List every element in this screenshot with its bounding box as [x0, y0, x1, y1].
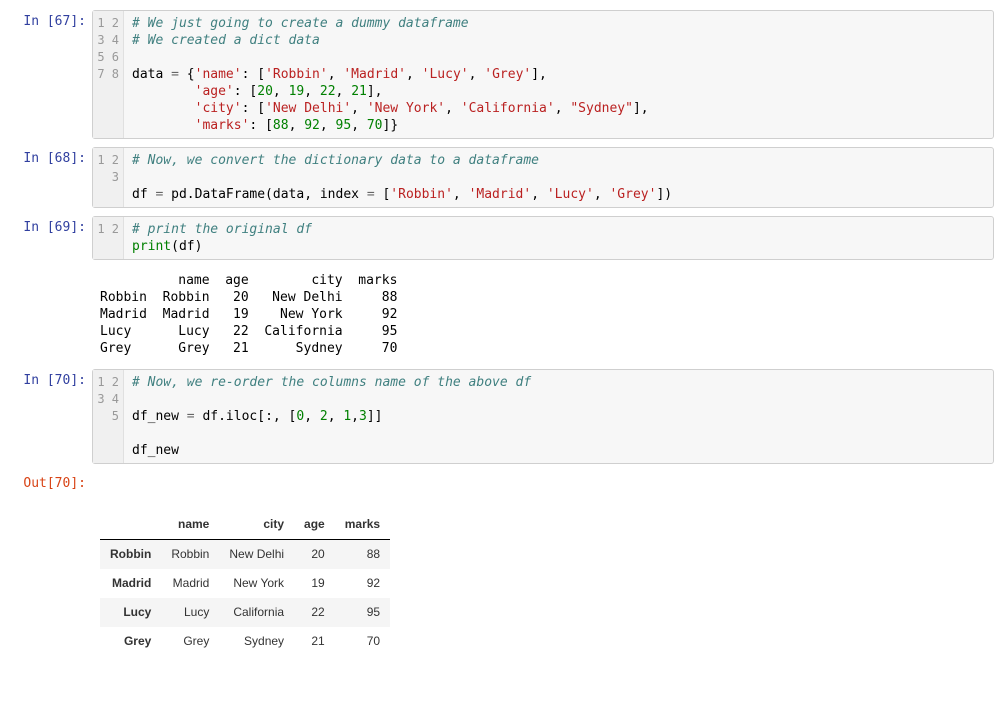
df-cell: Robbin — [161, 540, 219, 570]
code-body[interactable]: # print the original df print(df) — [124, 217, 993, 259]
table-row: Madrid Madrid New York 19 92 — [100, 569, 390, 598]
empty-prompt — [10, 268, 92, 272]
line-gutter: 1 2 3 4 5 — [93, 370, 124, 463]
table-row: Lucy Lucy California 22 95 — [100, 598, 390, 627]
df-col: city — [219, 510, 294, 540]
in-prompt-69: In [69]: — [10, 216, 92, 235]
df-col: marks — [335, 510, 390, 540]
df-cell: Sydney — [219, 627, 294, 656]
df-cell: 70 — [335, 627, 390, 656]
line-gutter: 1 2 3 4 5 6 7 8 — [93, 11, 124, 138]
code-body[interactable]: # Now, we convert the dictionary data to… — [124, 148, 993, 207]
df-index: Lucy — [100, 598, 161, 627]
cell-68: In [68]: 1 2 3 # Now, we convert the dic… — [10, 147, 994, 208]
out-prompt-70: Out[70]: — [10, 472, 92, 491]
cell-67: In [67]: 1 2 3 4 5 6 7 8 # We just going… — [10, 10, 994, 139]
stdout-69: name age city marks Robbin Robbin 20 New… — [92, 268, 994, 361]
df-col: age — [294, 510, 335, 540]
df-cell: 92 — [335, 569, 390, 598]
df-cell: California — [219, 598, 294, 627]
cell-69-output: name age city marks Robbin Robbin 20 New… — [10, 268, 994, 361]
df-cell: Madrid — [161, 569, 219, 598]
table-row: Grey Grey Sydney 21 70 — [100, 627, 390, 656]
df-index: Madrid — [100, 569, 161, 598]
df-cell: New Delhi — [219, 540, 294, 570]
df-cell: 95 — [335, 598, 390, 627]
df-cell: 20 — [294, 540, 335, 570]
df-index: Grey — [100, 627, 161, 656]
cell-70-output: Out[70]: name city age marks Robbin Robb… — [10, 472, 994, 694]
code-body[interactable]: # Now, we re-order the columns name of t… — [124, 370, 993, 463]
df-index: Robbin — [100, 540, 161, 570]
cell-70: In [70]: 1 2 3 4 5 # Now, we re-order th… — [10, 369, 994, 464]
df-cell: 21 — [294, 627, 335, 656]
in-prompt-70: In [70]: — [10, 369, 92, 388]
df-cell: New York — [219, 569, 294, 598]
line-gutter: 1 2 — [93, 217, 124, 259]
cell-69: In [69]: 1 2 # print the original df pri… — [10, 216, 994, 260]
df-cell: Lucy — [161, 598, 219, 627]
code-body[interactable]: # We just going to create a dummy datafr… — [124, 11, 993, 138]
df-cell: 22 — [294, 598, 335, 627]
table-row: Robbin Robbin New Delhi 20 88 — [100, 540, 390, 570]
df-col: name — [161, 510, 219, 540]
df-cell: Grey — [161, 627, 219, 656]
in-prompt-67: In [67]: — [10, 10, 92, 29]
code-input-67[interactable]: 1 2 3 4 5 6 7 8 # We just going to creat… — [92, 10, 994, 139]
code-input-68[interactable]: 1 2 3 # Now, we convert the dictionary d… — [92, 147, 994, 208]
code-input-69[interactable]: 1 2 # print the original df print(df) — [92, 216, 994, 260]
df-cell: 19 — [294, 569, 335, 598]
in-prompt-68: In [68]: — [10, 147, 92, 166]
df-cell: 88 — [335, 540, 390, 570]
dataframe-table: name city age marks Robbin Robbin New De… — [100, 510, 390, 656]
line-gutter: 1 2 3 — [93, 148, 124, 207]
code-input-70[interactable]: 1 2 3 4 5 # Now, we re-order the columns… — [92, 369, 994, 464]
df-corner — [100, 510, 161, 540]
dataframe-output-70: name city age marks Robbin Robbin New De… — [92, 472, 994, 694]
